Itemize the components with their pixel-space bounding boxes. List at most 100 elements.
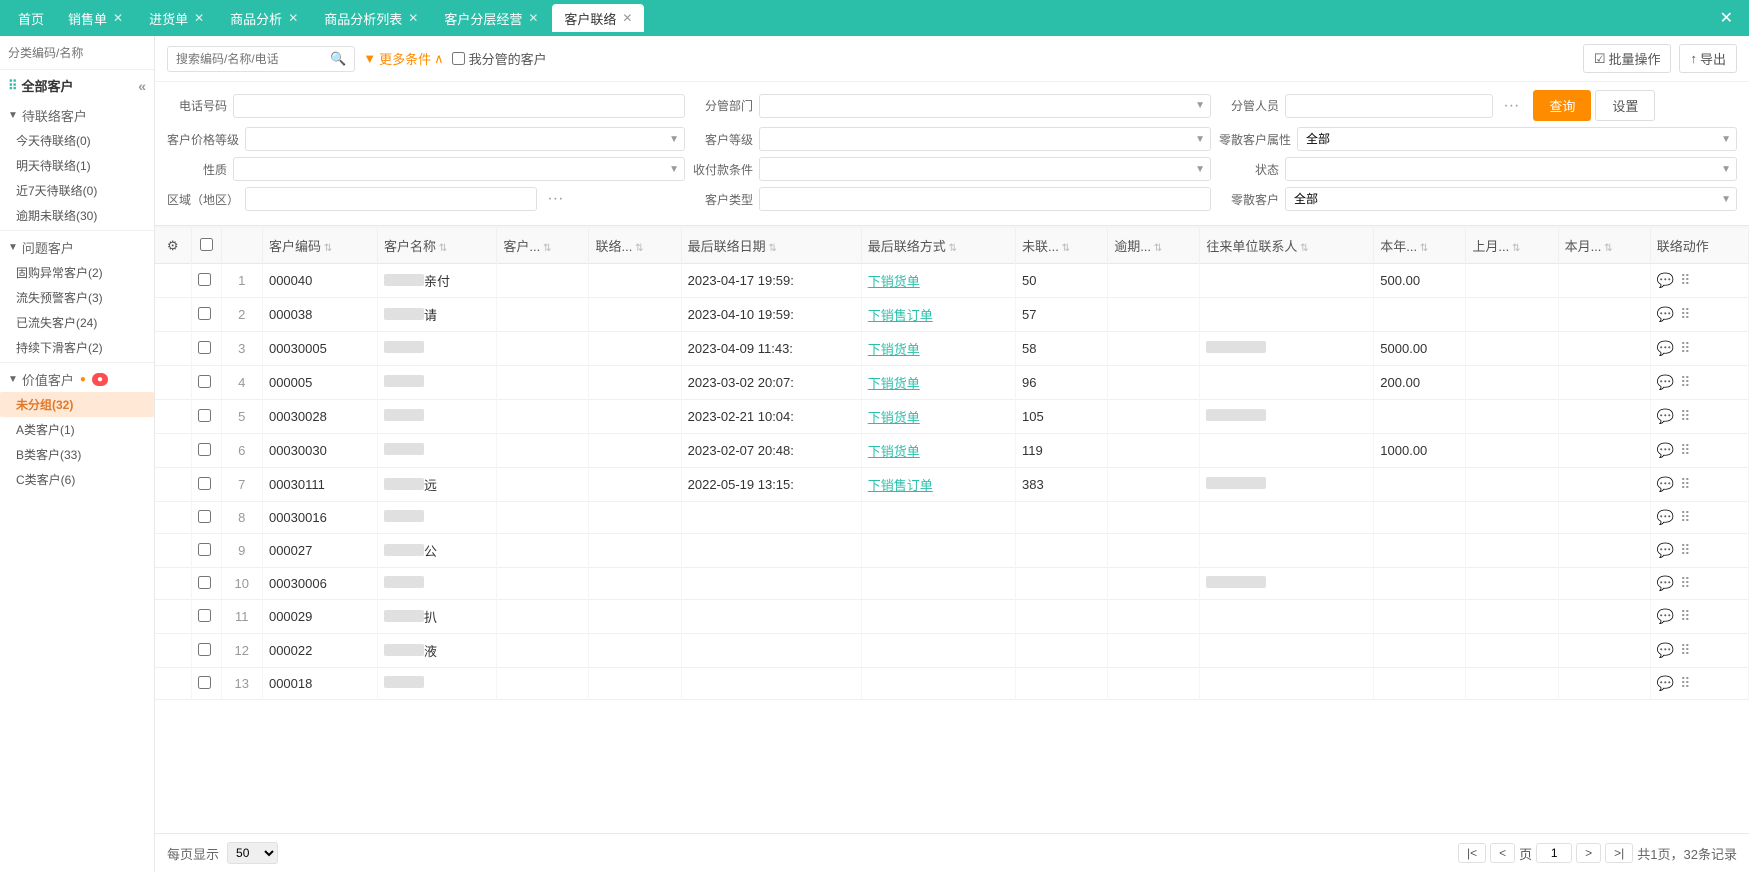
search-input[interactable] [176, 52, 326, 66]
row-checkbox[interactable] [198, 510, 211, 523]
contact-method-link[interactable]: 下销货单 [868, 342, 920, 357]
chat-icon[interactable]: 💬 [1657, 476, 1674, 493]
filter-ctype-input[interactable] [759, 187, 1211, 211]
row-checkbox[interactable] [198, 409, 211, 422]
page-first-btn[interactable]: |< [1458, 843, 1486, 863]
th-name[interactable]: 客户名称 [378, 228, 497, 264]
grid-action-icon[interactable]: ⠿ [1680, 374, 1690, 391]
chat-icon[interactable]: 💬 [1657, 306, 1674, 323]
sidebar-item-churn-warning[interactable]: 流失预警客户(3) [0, 285, 154, 310]
global-close-icon[interactable]: ✕ [1712, 8, 1741, 28]
sidebar-problem-group[interactable]: ▼ 问题客户 [0, 233, 154, 260]
chat-icon[interactable]: 💬 [1657, 442, 1674, 459]
tab-close-sales[interactable]: ✕ [113, 11, 123, 25]
sidebar-pending-group[interactable]: ▼ 待联络客户 [0, 101, 154, 128]
grid-action-icon[interactable]: ⠿ [1680, 509, 1690, 526]
grid-action-icon[interactable]: ⠿ [1680, 408, 1690, 425]
chat-icon[interactable]: 💬 [1657, 642, 1674, 659]
my-customers-checkbox[interactable] [452, 52, 465, 65]
chat-icon[interactable]: 💬 [1657, 608, 1674, 625]
filter-person-input[interactable] [1285, 94, 1493, 118]
sidebar-all-customers[interactable]: ⠿ 全部客户 « [0, 70, 154, 101]
th-no-contact[interactable]: 未联... [1016, 228, 1108, 264]
batch-ops-button[interactable]: ☑ 批量操作 [1583, 44, 1672, 73]
tab-product-analysis[interactable]: 商品分析 ✕ [218, 4, 310, 32]
sidebar-item-overdue[interactable]: 逾期未联络(30) [0, 203, 154, 228]
contact-method-link[interactable]: 下销售订单 [868, 478, 933, 493]
row-checkbox[interactable] [198, 643, 211, 656]
tab-close-customer-contact[interactable]: ✕ [622, 11, 632, 25]
row-checkbox[interactable] [198, 307, 211, 320]
th-code[interactable]: 客户编码 [262, 228, 377, 264]
sidebar-item-7days[interactable]: 近7天待联络(0) [0, 178, 154, 203]
filter-zcustomer-select[interactable]: 全部 [1285, 187, 1737, 211]
chat-icon[interactable]: 💬 [1657, 272, 1674, 289]
filter-gender-select[interactable] [233, 157, 685, 181]
filter-region-more[interactable]: ··· [543, 190, 567, 208]
sidebar-item-today[interactable]: 今天待联络(0) [0, 128, 154, 153]
th-unit-contact[interactable]: 往来单位联系人 [1200, 228, 1374, 264]
chat-icon[interactable]: 💬 [1657, 542, 1674, 559]
grid-action-icon[interactable]: ⠿ [1680, 442, 1690, 459]
sidebar-value-group[interactable]: ▼ 价值客户 ● ● [0, 365, 154, 392]
sidebar-item-ungrouped[interactable]: 未分组(32) [0, 392, 154, 417]
chat-icon[interactable]: 💬 [1657, 509, 1674, 526]
tab-close-customer-segment[interactable]: ✕ [528, 11, 538, 25]
grid-action-icon[interactable]: ⠿ [1680, 306, 1690, 323]
filter-status-select[interactable] [1285, 157, 1737, 181]
filter-price-select[interactable] [245, 127, 685, 151]
page-next-btn[interactable]: > [1576, 843, 1601, 863]
th-this-year[interactable]: 本年... [1374, 228, 1466, 264]
row-checkbox[interactable] [198, 341, 211, 354]
grid-action-icon[interactable]: ⠿ [1680, 542, 1690, 559]
filter-person-more[interactable]: ··· [1499, 97, 1523, 115]
sidebar-item-class-a[interactable]: A类客户(1) [0, 417, 154, 442]
th-check[interactable] [191, 228, 221, 264]
my-customers-toggle[interactable]: 我分管的客户 [452, 49, 547, 68]
sidebar-item-churned[interactable]: 已流失客户(24) [0, 310, 154, 335]
tab-close-purchase[interactable]: ✕ [194, 11, 204, 25]
filter-clevel-select[interactable] [759, 127, 1211, 151]
filter-phone-input[interactable] [233, 94, 685, 118]
row-checkbox[interactable] [198, 477, 211, 490]
th-last-date[interactable]: 最后联络日期 [681, 228, 861, 264]
page-size-select[interactable]: 50 20 100 [227, 842, 278, 864]
sidebar-search-input[interactable] [8, 46, 155, 60]
tab-purchase[interactable]: 进货单 ✕ [137, 4, 216, 32]
tab-sales[interactable]: 销售单 ✕ [56, 4, 135, 32]
page-input[interactable] [1536, 843, 1572, 863]
th-overdue[interactable]: 逾期... [1108, 228, 1200, 264]
filter-zero-attr-select[interactable]: 全部 [1297, 127, 1737, 151]
contact-method-link[interactable]: 下销货单 [868, 376, 920, 391]
tab-customer-contact[interactable]: 客户联络 ✕ [552, 4, 644, 32]
row-checkbox[interactable] [198, 676, 211, 689]
contact-method-link[interactable]: 下销货单 [868, 444, 920, 459]
contact-method-link[interactable]: 下销售订单 [868, 308, 933, 323]
grid-action-icon[interactable]: ⠿ [1680, 675, 1690, 692]
th-last-month[interactable]: 上月... [1466, 228, 1558, 264]
select-all-checkbox[interactable] [200, 238, 213, 251]
tab-home[interactable]: 首页 [8, 9, 54, 28]
grid-action-icon[interactable]: ⠿ [1680, 608, 1690, 625]
chat-icon[interactable]: 💬 [1657, 408, 1674, 425]
chat-icon[interactable]: 💬 [1657, 374, 1674, 391]
th-ctype[interactable]: 客户... [497, 228, 589, 264]
sidebar-item-class-b[interactable]: B类客户(33) [0, 442, 154, 467]
sidebar-collapse-icon[interactable]: « [138, 78, 146, 94]
th-settings[interactable]: ⚙ [155, 228, 191, 264]
row-checkbox[interactable] [198, 375, 211, 388]
sidebar-item-class-c[interactable]: C类客户(6) [0, 467, 154, 492]
grid-action-icon[interactable]: ⠿ [1680, 575, 1690, 592]
reset-button[interactable]: 设置 [1595, 90, 1655, 121]
filter-payment-select[interactable] [759, 157, 1211, 181]
tab-close-product-analysis[interactable]: ✕ [288, 11, 298, 25]
sidebar-item-abnormal[interactable]: 固购异常客户(2) [0, 260, 154, 285]
page-last-btn[interactable]: >| [1605, 843, 1633, 863]
row-checkbox[interactable] [198, 443, 211, 456]
filter-region-input[interactable] [245, 187, 537, 211]
row-checkbox[interactable] [198, 273, 211, 286]
more-conditions-btn[interactable]: ▼ 更多条件 ∧ [363, 49, 443, 68]
search-button[interactable]: 查询 [1533, 90, 1591, 121]
grid-action-icon[interactable]: ⠿ [1680, 642, 1690, 659]
th-this-month[interactable]: 本月... [1558, 228, 1650, 264]
